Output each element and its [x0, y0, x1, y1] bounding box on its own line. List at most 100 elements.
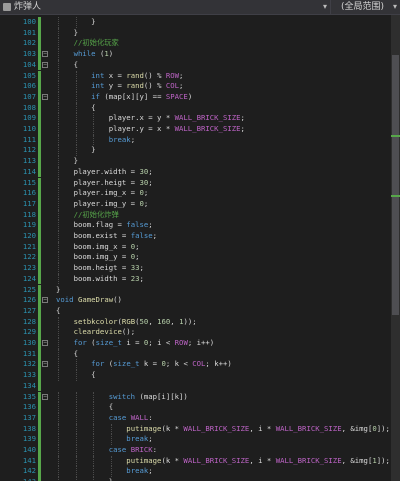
- code-line[interactable]: 126− void GameDraw(): [0, 295, 400, 306]
- project-icon: [3, 3, 11, 11]
- code-line[interactable]: 137 case WALL:: [0, 412, 400, 424]
- code-text: //初始化炸弹: [56, 209, 119, 219]
- code-line[interactable]: 132− for (size_t k = 0; k < COL; k++): [0, 359, 400, 371]
- code-line[interactable]: 122 boom.img_y = 0;: [0, 252, 400, 264]
- indent-guide: [58, 198, 59, 210]
- change-indicator: [38, 423, 41, 435]
- fold-toggle-icon[interactable]: −: [42, 60, 50, 71]
- code-text: break;: [126, 434, 153, 444]
- change-indicator: [38, 134, 41, 146]
- code-line[interactable]: 119 boom.flag = false;: [0, 220, 400, 231]
- code-text: player.img_y = 0;: [56, 198, 149, 208]
- code-line[interactable]: 102 //初始化玩家: [0, 38, 400, 50]
- line-number: 113: [22, 156, 36, 166]
- chevron-down-icon[interactable]: ▾: [393, 1, 397, 13]
- code-line[interactable]: 125}: [0, 284, 400, 296]
- indent-guide: [58, 59, 59, 71]
- line-number: 100: [22, 17, 36, 26]
- code-line[interactable]: 105 int x = rand() % ROW;: [0, 70, 400, 82]
- code-line[interactable]: 116 player.img_x = 0;: [0, 188, 400, 199]
- line-number: 110: [22, 124, 36, 133]
- line-number: 118: [22, 209, 36, 219]
- indent-guide: [75, 359, 77, 371]
- line-number: 137: [22, 412, 36, 422]
- indent-guide: [110, 466, 112, 478]
- code-line[interactable]: 118 //初始化炸弹: [0, 209, 400, 221]
- code-line[interactable]: 142 break;: [0, 466, 400, 478]
- indent-guide: [58, 177, 59, 189]
- code-text: player.width = 30;: [56, 166, 153, 176]
- indent-guide: [75, 134, 77, 146]
- code-line[interactable]: 129 cleardevice();: [0, 327, 400, 338]
- indent-guide: [58, 70, 59, 82]
- code-line[interactable]: 143 }: [0, 477, 400, 481]
- code-line[interactable]: 113 }: [0, 156, 400, 167]
- code-line[interactable]: 103− while (1): [0, 49, 400, 60]
- code-line[interactable]: 107− if (map[x][y] == SPACE): [0, 91, 400, 103]
- line-number: 140: [22, 445, 36, 454]
- fold-toggle-icon[interactable]: −: [42, 92, 50, 103]
- code-line[interactable]: 131 {: [0, 348, 400, 360]
- code-line[interactable]: 127 {: [0, 305, 400, 317]
- fold-toggle-icon[interactable]: −: [42, 359, 50, 370]
- scrollbar-thumb[interactable]: [392, 55, 399, 315]
- code-text: boom.img_x = 0;: [56, 241, 140, 251]
- vertical-scrollbar[interactable]: [391, 15, 400, 481]
- code-line[interactable]: 120 boom.exist = false;: [0, 231, 400, 242]
- code-line[interactable]: 100 }: [0, 17, 400, 28]
- code-line[interactable]: 104− {: [0, 59, 400, 71]
- fold-toggle-icon[interactable]: −: [42, 295, 50, 306]
- indent-guide: [75, 466, 77, 478]
- code-line[interactable]: 128 setbkcolor(RGB(50, 160, 1));: [0, 316, 400, 328]
- code-line[interactable]: 115 player.heigt = 30;: [0, 177, 400, 189]
- fold-toggle-icon[interactable]: −: [42, 338, 50, 349]
- indent-guide: [75, 445, 77, 456]
- change-indicator: [38, 209, 41, 221]
- indent-guide: [58, 445, 59, 456]
- code-line[interactable]: 134: [0, 380, 400, 392]
- code-line[interactable]: 141 putimage(k * WALL_BRICK_SIZE, i * WA…: [0, 455, 400, 467]
- code-text: case WALL:: [108, 412, 153, 422]
- code-text: boom.width = 23;: [56, 273, 144, 283]
- code-line[interactable]: 130− for (size_t i = 0; i < ROW; i++): [0, 338, 400, 349]
- indent-guide: [75, 81, 77, 92]
- code-line[interactable]: 110 player.y = x * WALL_BRICK_SIZE;: [0, 124, 400, 135]
- line-number: 102: [22, 38, 36, 48]
- code-line[interactable]: 138 putimage(k * WALL_BRICK_SIZE, i * WA…: [0, 423, 400, 435]
- code-editor[interactable]: 100 } 101 } 102 //初始化玩家 103− while (1) 104− …: [0, 15, 400, 481]
- code-line[interactable]: 139 break;: [0, 434, 400, 445]
- file-scope-dropdown[interactable]: 炸弹人 ▾: [0, 0, 331, 14]
- global-scope-dropdown[interactable]: (全局范围) ▾: [331, 0, 400, 14]
- code-text: boom.heigt = 33;: [56, 263, 144, 273]
- indent-guide: [58, 188, 59, 199]
- chevron-down-icon[interactable]: ▾: [323, 1, 327, 13]
- code-line[interactable]: 101 }: [0, 27, 400, 39]
- code-line[interactable]: 117 player.img_y = 0;: [0, 198, 400, 210]
- code-line[interactable]: 109 player.x = y * WALL_BRICK_SIZE;: [0, 113, 400, 124]
- indent-guide: [75, 91, 77, 103]
- code-line[interactable]: 121 boom.img_x = 0;: [0, 241, 400, 253]
- code-line[interactable]: 114 player.width = 30;: [0, 166, 400, 178]
- indent-guide: [58, 134, 59, 146]
- code-line[interactable]: 124 boom.width = 23;: [0, 273, 400, 285]
- code-text: //初始化玩家: [56, 38, 119, 48]
- fold-toggle-icon[interactable]: −: [42, 392, 50, 403]
- fold-toggle-icon[interactable]: −: [42, 49, 50, 60]
- indent-guide: [58, 477, 59, 481]
- code-line[interactable]: 136 {: [0, 402, 400, 413]
- code-line[interactable]: 108 {: [0, 102, 400, 114]
- code-line[interactable]: 140 case BRICK:: [0, 445, 400, 456]
- code-line[interactable]: 111 break;: [0, 134, 400, 146]
- line-number: 116: [22, 188, 36, 198]
- code-line[interactable]: 106 int y = rand() % COL;: [0, 81, 400, 92]
- indent-guide: [75, 391, 77, 403]
- change-indicator: [38, 27, 41, 39]
- change-indicator: [38, 91, 41, 103]
- code-line[interactable]: 133 {: [0, 370, 400, 381]
- line-number: 131: [22, 348, 36, 358]
- change-indicator: [38, 327, 41, 338]
- code-line[interactable]: 123 boom.heigt = 33;: [0, 263, 400, 274]
- code-line[interactable]: 135− switch (map[i][k]): [0, 391, 400, 403]
- file-scope-label: 炸弹人: [14, 2, 42, 12]
- code-line[interactable]: 112 }: [0, 145, 400, 157]
